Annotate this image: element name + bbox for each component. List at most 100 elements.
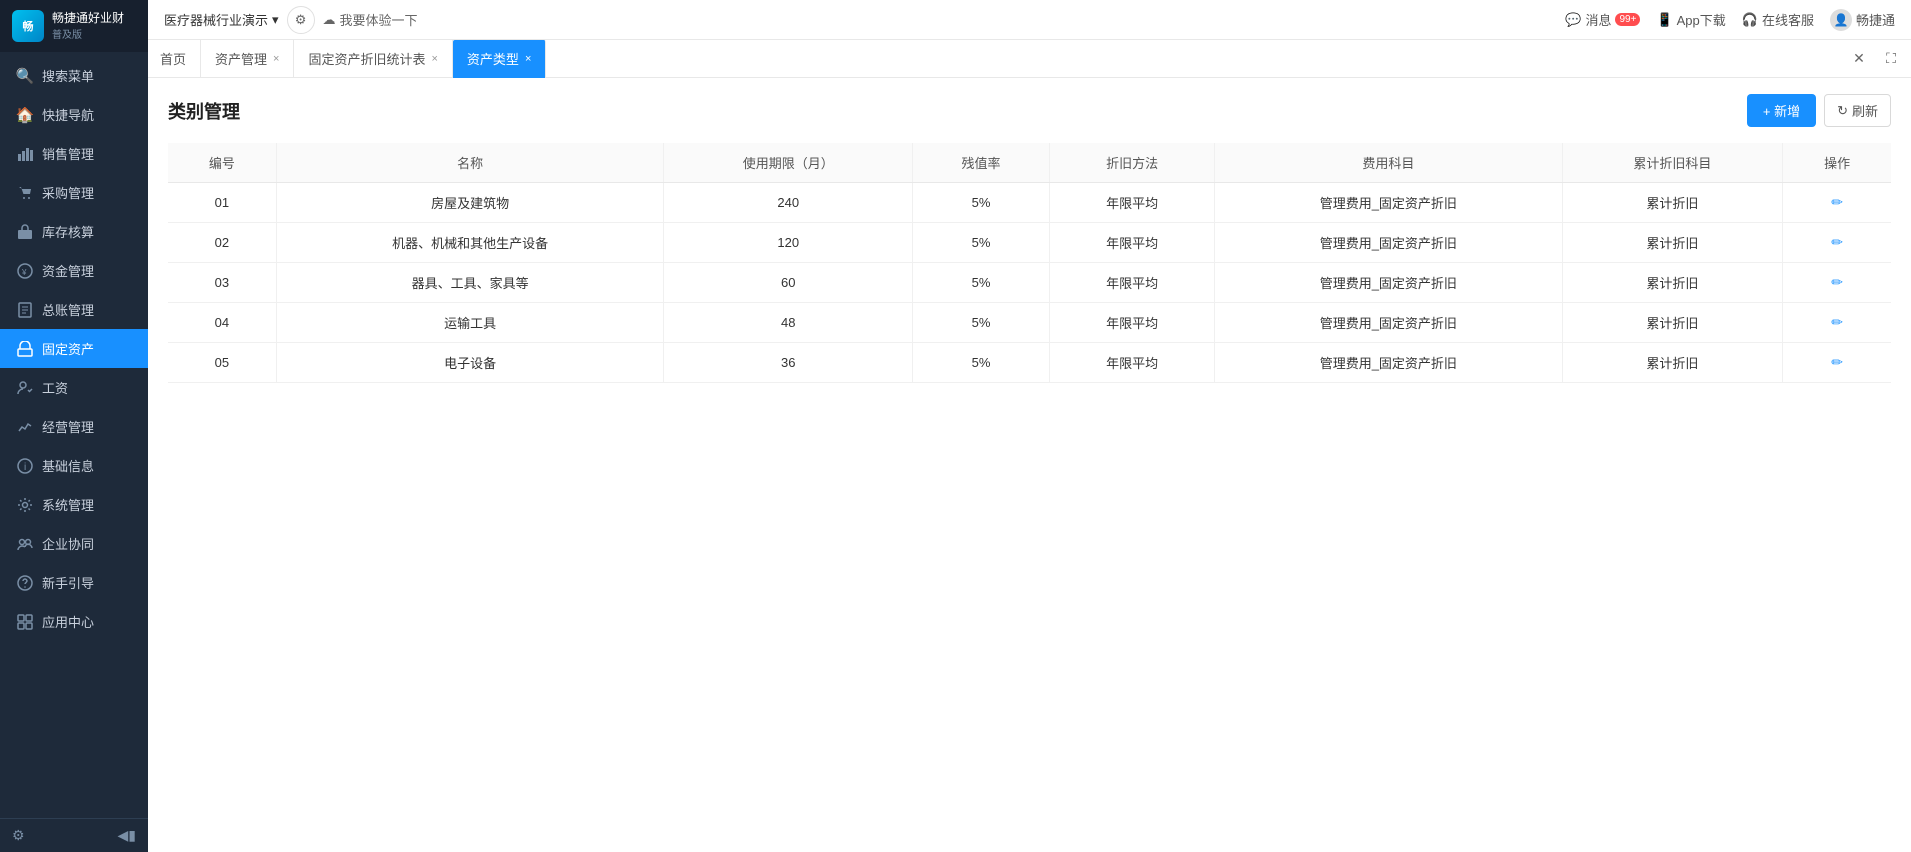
tab-expand-button[interactable]: ⛶: [1879, 47, 1903, 71]
sidebar-item-sales[interactable]: 销售管理: [0, 134, 148, 173]
sidebar-collapse-icon[interactable]: ◀▮: [118, 827, 136, 844]
header-settings-icon[interactable]: ⚙: [287, 6, 315, 34]
sidebar-item-search-label: 搜索菜单: [42, 66, 94, 85]
tab-close-button[interactable]: ✕: [1847, 47, 1871, 71]
capital-icon: ¥: [16, 262, 34, 280]
svg-text:¥: ¥: [21, 268, 27, 277]
notifications-badge: 99: [1615, 13, 1640, 26]
guide-icon: [16, 574, 34, 592]
edit-icon[interactable]: ✏: [1831, 354, 1843, 370]
sidebar-item-guide[interactable]: 新手引导: [0, 563, 148, 602]
tab-asset-management-close[interactable]: ×: [273, 53, 279, 65]
search-icon: 🔍: [16, 67, 34, 85]
cell-action[interactable]: ✏: [1783, 263, 1891, 303]
tab-asset-management[interactable]: 资产管理 ×: [201, 40, 294, 78]
sidebar-item-inventory-label: 库存核算: [42, 222, 94, 241]
tab-controls: ✕ ⛶: [1847, 47, 1903, 71]
sidebar-item-app-center[interactable]: 应用中心: [0, 602, 148, 641]
sidebar-item-ledger-label: 总账管理: [42, 300, 94, 319]
edit-icon[interactable]: ✏: [1831, 194, 1843, 210]
cell-expense: 管理费用_固定资产折旧: [1215, 303, 1563, 343]
cell-accumulated: 累计折旧: [1562, 223, 1783, 263]
user-label: 畅捷通: [1856, 10, 1895, 29]
user-avatar-icon: 👤: [1830, 9, 1852, 31]
tab-asset-type[interactable]: 资产类型 ×: [453, 40, 546, 78]
app-download-icon: 📱: [1656, 12, 1672, 28]
cell-id: 02: [168, 223, 276, 263]
col-expense: 费用科目: [1215, 143, 1563, 183]
sidebar-item-enterprise[interactable]: 企业协同: [0, 524, 148, 563]
table-row: 04 运输工具 48 5% 年限平均 管理费用_固定资产折旧 累计折旧 ✏: [168, 303, 1891, 343]
tabs-bar: 首页 资产管理 × 固定资产折旧统计表 × 资产类型 × ✕ ⛶: [148, 40, 1911, 78]
cell-id: 04: [168, 303, 276, 343]
sidebar-item-basic-info[interactable]: i 基础信息: [0, 446, 148, 485]
fixed-assets-icon: [16, 340, 34, 358]
sidebar-nav: 🔍 搜索菜单 🏠 快捷导航 销售管理 采购管理 库存核算: [0, 52, 148, 818]
cell-accumulated: 累计折旧: [1562, 303, 1783, 343]
cell-period: 60: [664, 263, 913, 303]
user-menu[interactable]: 👤 畅捷通: [1830, 9, 1895, 31]
tab-asset-type-close[interactable]: ×: [525, 53, 531, 65]
new-button[interactable]: + 新增: [1747, 94, 1816, 127]
tab-depreciation-report-close[interactable]: ×: [431, 53, 437, 65]
inventory-icon: [16, 223, 34, 241]
sidebar-settings-icon[interactable]: ⚙: [12, 827, 25, 844]
svg-text:i: i: [24, 462, 26, 473]
experience-button[interactable]: ☁ 我要体验一下: [323, 10, 418, 29]
system-icon: [16, 496, 34, 514]
sidebar-item-purchase-label: 采购管理: [42, 183, 94, 202]
refresh-icon: ↻: [1837, 103, 1848, 119]
refresh-label: 刷新: [1852, 101, 1878, 120]
page-title: 类别管理: [168, 98, 240, 124]
refresh-button[interactable]: ↻ 刷新: [1824, 94, 1891, 127]
sidebar-item-fixed-assets[interactable]: 固定资产: [0, 329, 148, 368]
tab-home[interactable]: 首页: [160, 40, 201, 78]
sidebar-item-inventory[interactable]: 库存核算: [0, 212, 148, 251]
cell-name: 机器、机械和其他生产设备: [276, 223, 664, 263]
table-row: 03 器具、工具、家具等 60 5% 年限平均 管理费用_固定资产折旧 累计折旧…: [168, 263, 1891, 303]
content-area: 类别管理 + 新增 ↻ 刷新 编号 名称 使用期限（月） 残值率 折旧方法 费用…: [148, 78, 1911, 852]
cell-residual: 5%: [912, 223, 1049, 263]
sidebar-item-fixed-assets-label: 固定资产: [42, 339, 94, 358]
cell-action[interactable]: ✏: [1783, 183, 1891, 223]
cell-residual: 5%: [912, 183, 1049, 223]
sidebar-item-search[interactable]: 🔍 搜索菜单: [0, 56, 148, 95]
cell-expense: 管理费用_固定资产折旧: [1215, 223, 1563, 263]
sidebar-item-ledger[interactable]: 总账管理: [0, 290, 148, 329]
edit-icon[interactable]: ✏: [1831, 234, 1843, 250]
cell-name: 房屋及建筑物: [276, 183, 664, 223]
edit-icon[interactable]: ✏: [1831, 274, 1843, 290]
sidebar: 畅 畅捷通好业财 普及版 🔍 搜索菜单 🏠 快捷导航 销售管理 采购管理: [0, 0, 148, 852]
online-service-icon: 🎧: [1742, 12, 1758, 28]
app-download-button[interactable]: 📱 App下载: [1656, 10, 1725, 29]
page-actions: + 新增 ↻ 刷新: [1747, 94, 1891, 127]
notifications-button[interactable]: 💬 消息 99: [1565, 10, 1640, 29]
cell-action[interactable]: ✏: [1783, 223, 1891, 263]
cell-expense: 管理费用_固定资产折旧: [1215, 183, 1563, 223]
sidebar-item-quick-nav[interactable]: 🏠 快捷导航: [0, 95, 148, 134]
tab-depreciation-report-label: 固定资产折旧统计表: [308, 49, 425, 68]
sidebar-item-capital[interactable]: ¥ 资金管理: [0, 251, 148, 290]
col-id: 编号: [168, 143, 276, 183]
cell-id: 01: [168, 183, 276, 223]
cell-action[interactable]: ✏: [1783, 303, 1891, 343]
sidebar-item-payroll[interactable]: 工资: [0, 368, 148, 407]
industry-selector[interactable]: 医疗器械行业演示 ▾: [164, 10, 279, 29]
app-download-label: App下载: [1677, 10, 1726, 29]
edit-icon[interactable]: ✏: [1831, 314, 1843, 330]
sidebar-item-purchase[interactable]: 采购管理: [0, 173, 148, 212]
sidebar-item-operations[interactable]: 经营管理: [0, 407, 148, 446]
app-logo: 畅 畅捷通好业财 普及版: [0, 0, 148, 52]
enterprise-icon: [16, 535, 34, 553]
online-service-button[interactable]: 🎧 在线客服: [1742, 10, 1814, 29]
tab-depreciation-report[interactable]: 固定资产折旧统计表 ×: [294, 40, 452, 78]
header-left: 医疗器械行业演示 ▾ ⚙ ☁ 我要体验一下: [164, 6, 418, 34]
cell-action[interactable]: ✏: [1783, 343, 1891, 383]
page-header: 类别管理 + 新增 ↻ 刷新: [168, 94, 1891, 127]
cell-method: 年限平均: [1050, 303, 1215, 343]
cell-period: 240: [664, 183, 913, 223]
sidebar-item-system[interactable]: 系统管理: [0, 485, 148, 524]
dropdown-icon: ▾: [272, 12, 279, 28]
notifications-icon: 💬: [1565, 12, 1581, 28]
header-right: 💬 消息 99 📱 App下载 🎧 在线客服 👤 畅捷通: [1565, 9, 1895, 31]
